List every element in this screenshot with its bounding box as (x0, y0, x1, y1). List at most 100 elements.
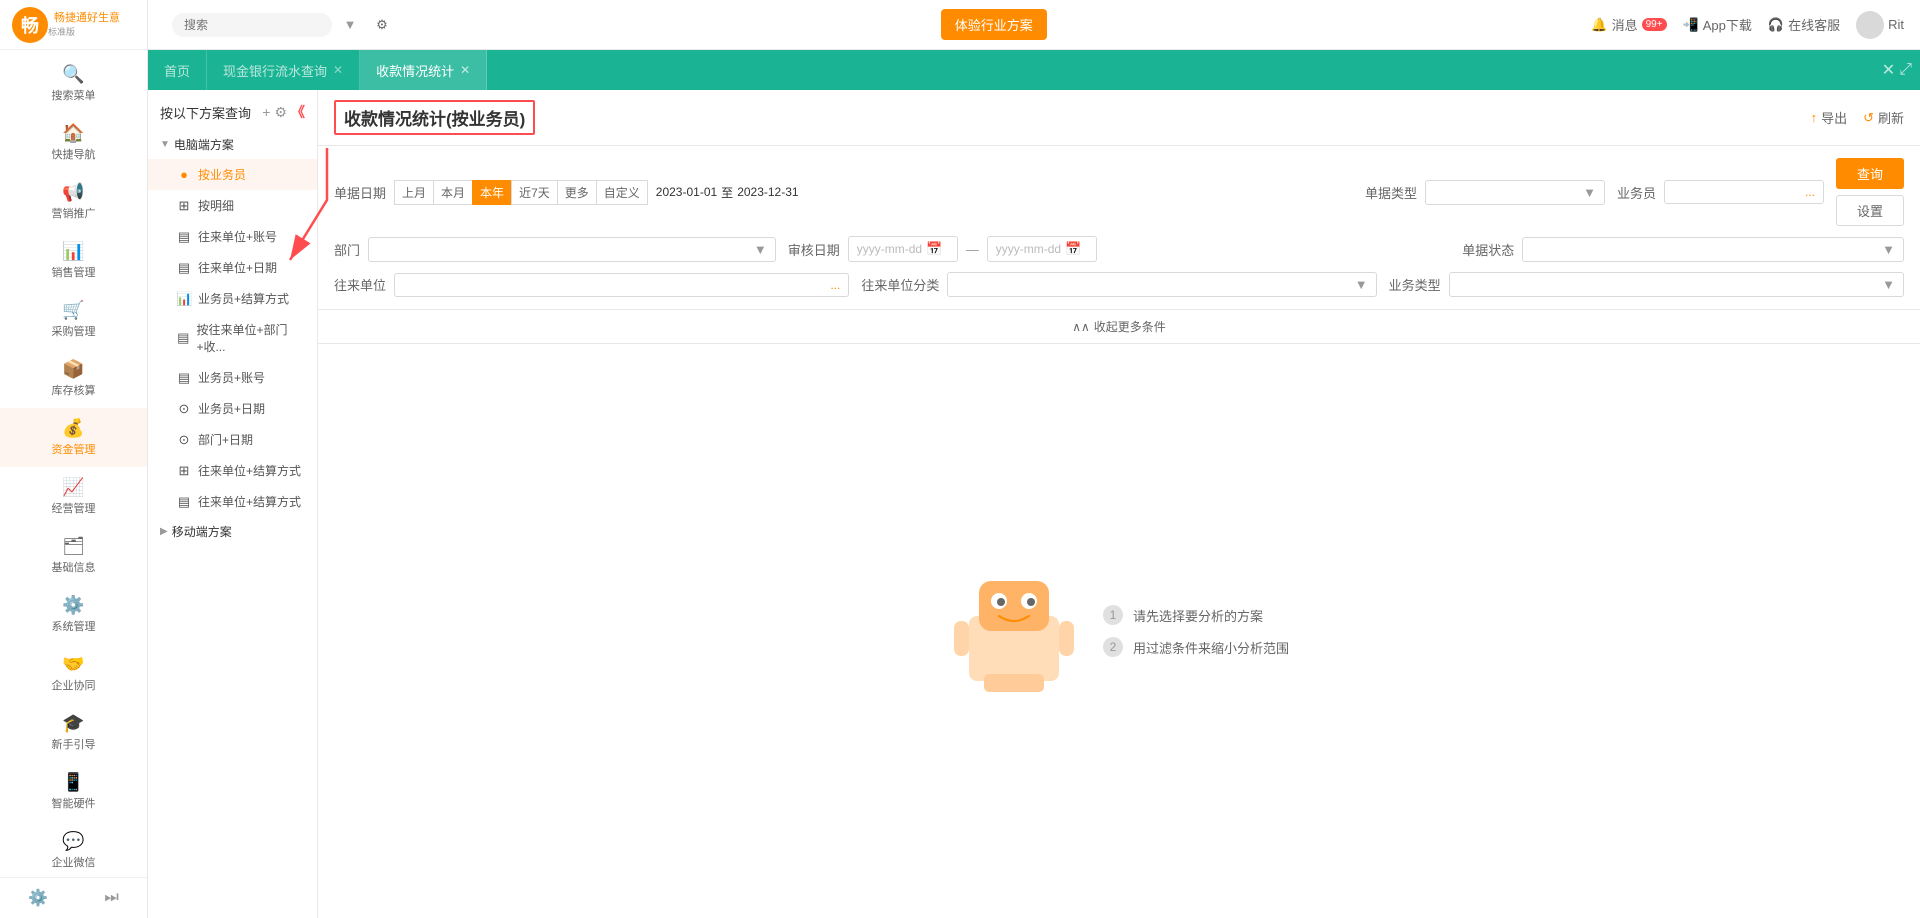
bill-type-select[interactable]: ▼ (1425, 180, 1605, 205)
sales-icon: 📊 (62, 241, 84, 262)
panel-collapse-icon[interactable]: 《 (291, 102, 305, 122)
scheme-item-dept-date-label: 部门+日期 (198, 431, 253, 448)
user-area[interactable]: Rit (1856, 11, 1904, 39)
date-tab-last7[interactable]: 近7天 (511, 180, 557, 205)
search-icon: 🔍 (62, 64, 84, 85)
sidebar-item-label-operation: 经营管理 (52, 500, 96, 516)
scheme-item-detail[interactable]: ⊞ 按明细 (148, 190, 317, 221)
tab-close-all-btn[interactable]: ✕ (1882, 60, 1895, 80)
sidebar-item-label-corp: 企业协同 (52, 677, 96, 693)
scheme-item-salesperson-date-label: 业务员+日期 (198, 400, 265, 417)
sidebar-item-purchase[interactable]: 🛒 采购管理 (0, 290, 147, 349)
bill-status-select[interactable]: ▼ (1522, 237, 1904, 262)
salesperson-select[interactable]: ... (1664, 180, 1824, 204)
wechat-icon: 💬 (62, 831, 84, 852)
scheme-item-unit-settlement1[interactable]: ⊞ 往来单位+结算方式 (148, 455, 317, 486)
calendar-icon-1[interactable]: 📅 (926, 241, 942, 257)
sidebar-item-label-inventory: 库存核算 (52, 382, 96, 398)
scheme-item-unit-dept[interactable]: ▤ 按往来单位+部门+收... (148, 314, 317, 362)
scheme-item-unit-account-label: 往来单位+账号 (198, 228, 277, 245)
query-btn[interactable]: 查询 (1836, 158, 1904, 189)
trial-btn[interactable]: 体验行业方案 (941, 9, 1047, 40)
tab-cashflow[interactable]: 现金银行流水查询 ✕ (207, 50, 360, 90)
sidebar-item-basic[interactable]: 🗂 基础信息 (0, 526, 147, 585)
logo-icon: 畅 (12, 7, 48, 43)
sidebar-item-hardware[interactable]: 📱 智能硬件 (0, 762, 147, 821)
topbar-dropdown[interactable]: ▼ (340, 15, 360, 35)
review-date-to-input[interactable]: yyyy-mm-dd 📅 (987, 236, 1097, 262)
notification-item[interactable]: 🔔 消息 99+ (1591, 15, 1666, 34)
panel-add-icon[interactable]: + (262, 104, 270, 120)
sidebar-item-corp[interactable]: 🤝 企业协同 (0, 644, 147, 703)
tab-receipt[interactable]: 收款情况统计 ✕ (360, 50, 487, 90)
scheme-item-dept-date[interactable]: ⊙ 部门+日期 (148, 424, 317, 455)
date-tab-more[interactable]: 更多 (557, 180, 596, 205)
grid-icon: ⊞ (176, 198, 192, 214)
tab-expand-btn[interactable]: ⤢ (1899, 61, 1912, 79)
filter-salesperson-field: 业务员 ... (1617, 180, 1824, 204)
sidebar-item-wechat[interactable]: 💬 企业微信 (0, 821, 147, 877)
robot-svg (949, 566, 1079, 696)
tab-cashflow-label: 现金银行流水查询 (223, 61, 327, 80)
sidebar-item-sales[interactable]: 📊 销售管理 (0, 231, 147, 290)
tab-receipt-close[interactable]: ✕ (460, 63, 470, 77)
sidebar-item-inventory[interactable]: 📦 库存核算 (0, 349, 147, 408)
marketing-icon: 📢 (62, 182, 84, 203)
app-download-item[interactable]: 📲 App下载 (1683, 15, 1752, 34)
date-tab-last-month[interactable]: 上月 (394, 180, 433, 205)
scheme-item-salesperson[interactable]: ● 按业务员 (148, 159, 317, 190)
scheme-item-salesperson-settlement[interactable]: 📊 业务员+结算方式 (148, 283, 317, 314)
hardware-icon: 📱 (62, 772, 84, 793)
app-download-icon: 📲 (1683, 17, 1699, 33)
business-type-select[interactable]: ▼ (1449, 272, 1904, 297)
scheme-group-mobile-header[interactable]: ▶ 移动端方案 (148, 517, 317, 546)
date-tab-this-year[interactable]: 本年 (472, 180, 511, 205)
review-date-from-input[interactable]: yyyy-mm-dd 📅 (848, 236, 958, 262)
scheme-group-desktop: ▼ 电脑端方案 ● 按业务员 ⊞ 按明细 ▤ 往来单位+账号 ▤ 往来单位+ (148, 130, 317, 517)
scheme-item-unit-settlement2[interactable]: ▤ 往来单位+结算方式 (148, 486, 317, 517)
panel-settings-icon[interactable]: ⚙ (274, 104, 287, 121)
calendar-icon-2[interactable]: 📅 (1065, 241, 1081, 257)
scheme-item-salesperson-date[interactable]: ⊙ 业务员+日期 (148, 393, 317, 424)
scheme-item-salesperson-label: 按业务员 (198, 166, 246, 183)
tab-home[interactable]: 首页 (148, 50, 207, 90)
tabbar: 首页 现金银行流水查询 ✕ 收款情况统计 ✕ ✕ ⤢ (148, 50, 1920, 90)
table-icon-5: ▤ (176, 494, 192, 510)
sidebar-item-shortcut[interactable]: 🏠 快捷导航 (0, 113, 147, 172)
salesperson-more-icon[interactable]: ... (1805, 185, 1815, 199)
scheme-item-unit-settlement2-label: 往来单位+结算方式 (198, 493, 301, 510)
scheme-item-unit-account[interactable]: ▤ 往来单位+账号 (148, 221, 317, 252)
online-service-item[interactable]: 🎧 在线客服 (1768, 15, 1840, 34)
sidebar-item-system[interactable]: ⚙️ 系统管理 (0, 585, 147, 644)
counter-party-more-icon[interactable]: ... (830, 278, 840, 292)
page-title-wrapper: 收款情况统计(按业务员) (334, 100, 535, 135)
sidebar-item-guide[interactable]: 🎓 新手引导 (0, 703, 147, 762)
collapse-bar[interactable]: ∧∧ 收起更多条件 (318, 310, 1920, 344)
counter-party-cat-select[interactable]: ▼ (947, 272, 1376, 297)
bill-status-chevron: ▼ (1882, 242, 1895, 257)
export-btn[interactable]: ↑ 导出 (1811, 108, 1848, 127)
dept-select[interactable]: ▼ (368, 237, 776, 262)
scheme-group-desktop-header[interactable]: ▼ 电脑端方案 (148, 130, 317, 159)
settings-btn[interactable]: 设置 (1836, 195, 1904, 226)
collapse-btn[interactable]: ∧∧ 收起更多条件 (318, 318, 1920, 335)
sidebar-item-fund[interactable]: 💰 资金管理 (0, 408, 147, 467)
user-label: Rit (1888, 17, 1904, 32)
topbar-search-input[interactable] (172, 13, 332, 37)
expand-footer-icon[interactable]: ⏭ (104, 889, 118, 907)
scheme-item-salesperson-account[interactable]: ▤ 业务员+账号 (148, 362, 317, 393)
settings-footer-icon[interactable]: ⚙️ (28, 888, 48, 908)
sidebar-item-marketing[interactable]: 📢 营销推广 (0, 172, 147, 231)
date-label: 单据日期 (334, 183, 386, 202)
refresh-btn[interactable]: ↺ 刷新 (1863, 108, 1904, 127)
tab-cashflow-close[interactable]: ✕ (333, 63, 343, 77)
filter-counterparty-cat-field: 往来单位分类 ▼ (861, 272, 1376, 297)
date-tab-this-month[interactable]: 本月 (433, 180, 472, 205)
sidebar-item-operation[interactable]: 📈 经营管理 (0, 467, 147, 526)
counter-party-select[interactable]: ... (394, 273, 849, 297)
date-tab-custom[interactable]: 自定义 (596, 180, 648, 205)
topbar-gear-icon[interactable]: ⚙ (368, 11, 396, 39)
scheme-item-unit-date[interactable]: ▤ 往来单位+日期 (148, 252, 317, 283)
sidebar-item-search[interactable]: 🔍 搜索菜单 (0, 54, 147, 113)
purchase-icon: 🛒 (62, 300, 84, 321)
